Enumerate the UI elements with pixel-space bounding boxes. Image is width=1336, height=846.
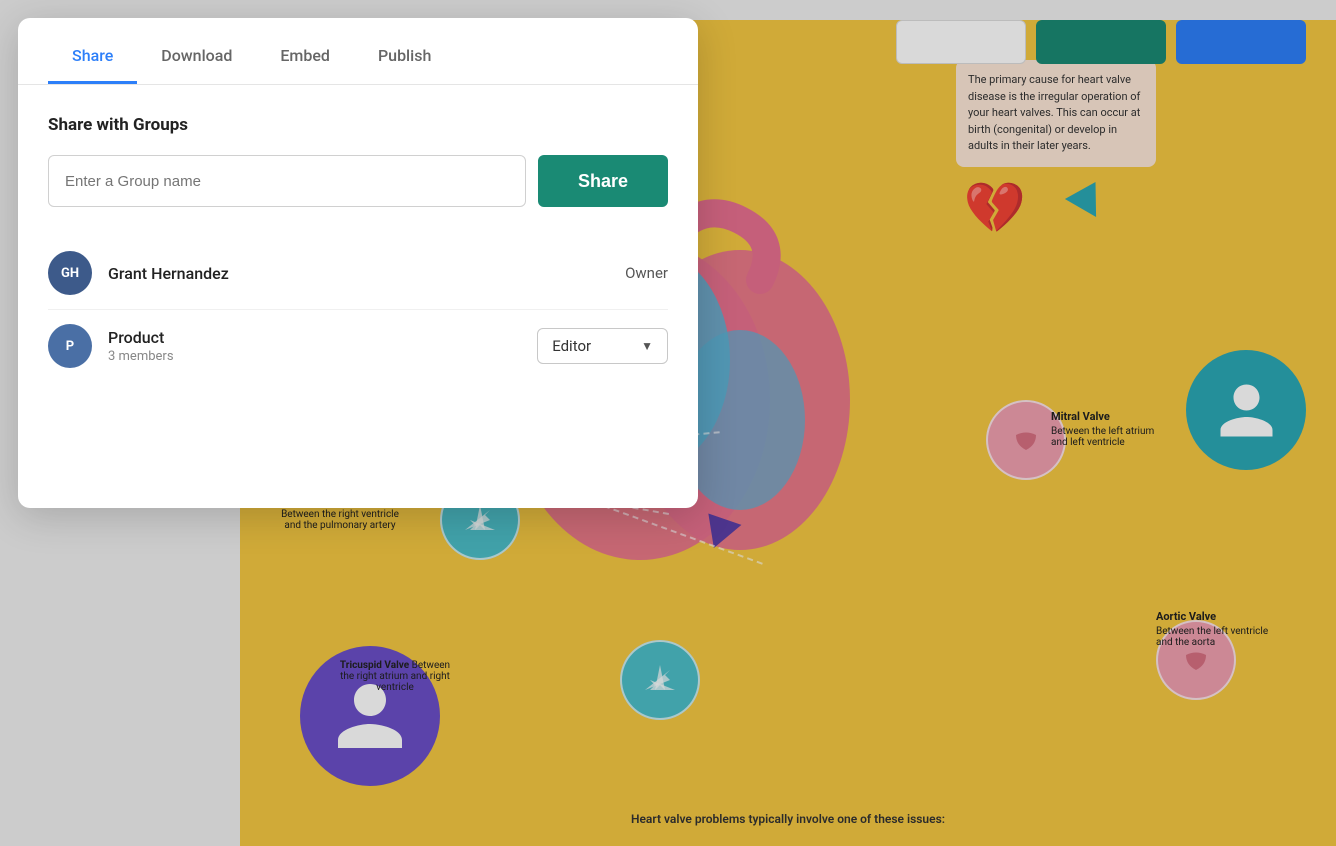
modal-tabs: Share Download Embed Publish [18,28,698,85]
tooltip-box: The primary cause for heart valve diseas… [956,60,1156,167]
chevron-down-icon: ▼ [641,339,653,353]
member-row: GH Grant Hernandez Owner [48,237,668,310]
member-role-gh: Owner [625,264,668,282]
sad-heart-emoji: 💔 [964,180,1026,238]
member-avatar-product: P [48,324,92,368]
toolbar-teal-button[interactable] [1036,20,1166,64]
member-sub-product: 3 members [108,349,537,364]
member-name-col-product: Product 3 members [108,328,537,364]
member-name-product: Product [108,328,537,347]
bottom-label: Heart valve problems typically involve o… [631,812,945,826]
member-row-product: P Product 3 members Editor ▼ [48,310,668,382]
editor-dropdown[interactable]: Editor ▼ [537,328,668,364]
member-name-gh: Grant Hernandez [108,264,625,283]
toolbar [896,20,1306,64]
section-title: Share with Groups [48,115,668,135]
tab-embed[interactable]: Embed [256,28,354,84]
toolbar-blue-button[interactable] [1176,20,1306,64]
user-icon [1214,378,1279,443]
share-button[interactable]: Share [538,155,668,207]
aortic-valve-label: Aortic Valve Between the left ventricle … [1156,610,1276,648]
tab-download[interactable]: Download [137,28,256,84]
editor-dropdown-label: Editor [552,337,591,355]
member-avatar-gh: GH [48,251,92,295]
modal-body: Share with Groups Share GH Grant Hernand… [18,85,698,412]
group-name-input[interactable] [48,155,526,207]
group-input-row: Share [48,155,668,207]
member-name-col-gh: Grant Hernandez [108,264,625,283]
toolbar-white-button[interactable] [896,20,1026,64]
tricuspid-valve-circle [620,640,700,720]
tricuspid-valve-label: Tricuspid Valve Between the right atrium… [335,660,455,693]
avatar-teal [1186,350,1306,470]
tab-share[interactable]: Share [48,28,137,84]
mitral-valve-label: Mitral Valve Between the left atrium and… [1051,410,1161,448]
blue-cursor-arrow [1065,173,1111,217]
share-modal: Share Download Embed Publish Share with … [18,18,698,508]
tab-publish[interactable]: Publish [354,28,455,84]
